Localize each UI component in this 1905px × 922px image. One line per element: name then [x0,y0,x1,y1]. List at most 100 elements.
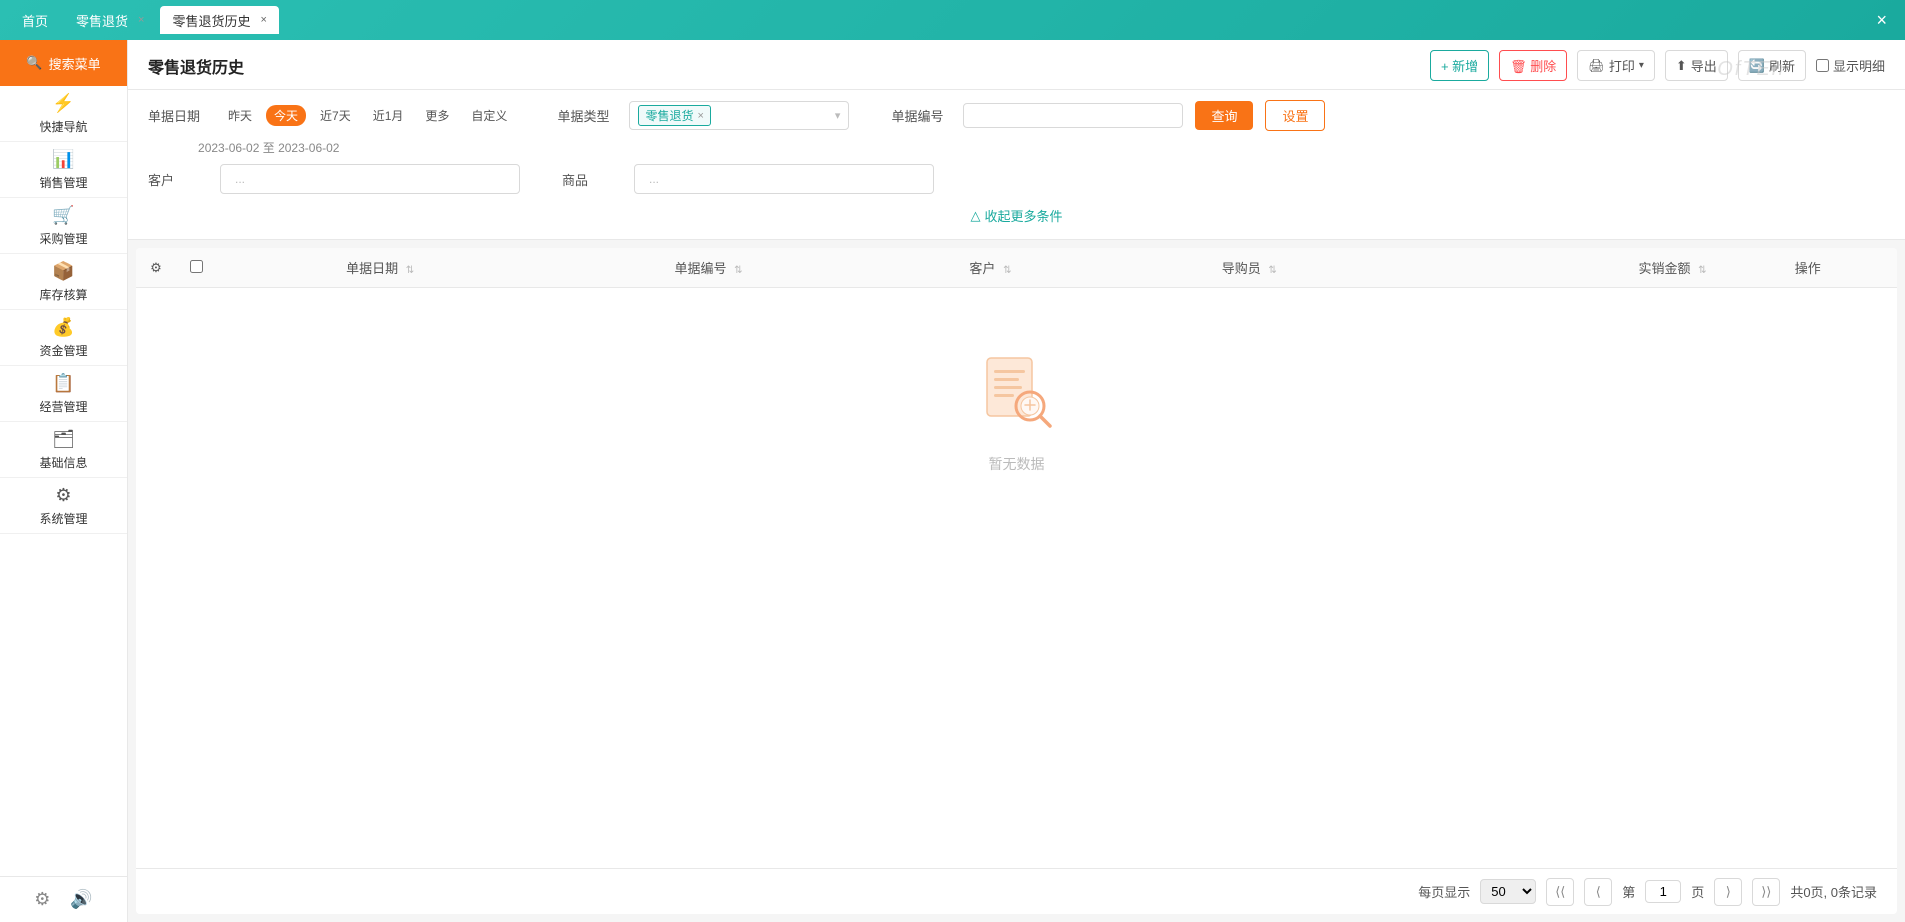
select-all-checkbox[interactable] [190,260,203,273]
tab-retail-return-history[interactable]: 零售退货历史 × [160,6,278,34]
th-operation: 操作 [1719,248,1897,288]
print-chevron-icon: ▾ [1639,60,1644,71]
sidebar-item-sales-mgmt[interactable]: 📊 销售管理 [0,142,127,198]
new-button[interactable]: + 新增 [1430,50,1489,81]
page-next-btn[interactable]: ⟩ [1714,878,1742,906]
set-button[interactable]: 设置 [1265,100,1325,131]
table-wrapper: ⚙ 单据日期 ⇅ 单据编号 ⇅ [136,248,1897,868]
top-bar: 首页 零售退货 × 零售退货历史 × × [0,0,1905,40]
refresh-icon: 🔄 [1749,58,1765,74]
sort-doc-no-icon[interactable]: ⇅ [734,265,742,276]
th-actual-amount[interactable]: 实销金额 ⇅ [1390,248,1718,288]
tab-retail-return[interactable]: 零售退货 × [64,6,156,34]
date-filter-label: 单据日期 [148,106,208,125]
date-more-btn[interactable]: 更多 [417,105,457,126]
th-doc-date[interactable]: 单据日期 ⇅ [216,248,544,288]
export-button[interactable]: ⬆ 导出 [1665,50,1728,81]
pagination: 每页显示 50 100 200 ⟨⟨ ⟨ 第 1 页 ⟩ ⟩⟩ 共0页, 0条记… [136,868,1897,914]
page-number-input[interactable]: 1 [1645,880,1681,903]
goods-select[interactable]: ... [634,164,934,194]
box-icon: 📦 [52,261,74,282]
lightning-icon: ⚡ [52,93,74,114]
filter-row-1: 单据日期 昨天 今天 近7天 近1月 更多 自定义 单据类型 零售退货 × ▾ [148,100,1885,131]
th-doc-no[interactable]: 单据编号 ⇅ [544,248,872,288]
search-icon: 🔍 [26,55,42,71]
page-unit: 页 [1691,882,1704,901]
data-table: ⚙ 单据日期 ⇅ 单据编号 ⇅ [136,248,1897,288]
chart-icon: 📊 [52,149,74,170]
customer-placeholder: ... [229,168,251,190]
date-today-btn[interactable]: 今天 [266,105,306,126]
customer-select[interactable]: ... [220,164,520,194]
sidebar: 🔍 搜索菜单 ⚡ 快捷导航 📊 销售管理 🛒 采购管理 📦 库存核算 💰 资金管… [0,40,128,922]
sidebar-item-basic-info[interactable]: 🗂 基础信息 [0,422,127,478]
page-header: 零售退货历史 + 新增 🗑 删除 🖨 打印 ▾ ⬆ 导出 🔄 刷新 [128,40,1905,90]
sidebar-item-operations[interactable]: 📋 经营管理 [0,366,127,422]
close-retail-return-tab[interactable]: × [138,14,144,26]
table-header-row: ⚙ 单据日期 ⇅ 单据编号 ⇅ [136,248,1897,288]
sort-amount-icon[interactable]: ⇅ [1698,265,1706,276]
th-guide[interactable]: 导购员 ⇅ [1108,248,1390,288]
app-close-button[interactable]: × [1868,10,1895,31]
show-detail-checkbox[interactable] [1816,59,1829,72]
export-icon: ⬆ [1676,58,1687,74]
goods-placeholder: ... [643,168,665,190]
page-first-btn[interactable]: ⟨⟨ [1546,878,1574,906]
sort-doc-date-icon[interactable]: ⇅ [406,265,414,276]
date-1month-btn[interactable]: 近1月 [365,105,412,126]
sidebar-item-quick-nav[interactable]: ⚡ 快捷导航 [0,86,127,142]
empty-illustration [972,348,1062,438]
close-retail-return-history-tab[interactable]: × [260,14,266,26]
doc-type-tag-close[interactable]: × [697,110,703,122]
clipboard-icon: 📋 [52,373,74,394]
page-title: 零售退货历史 [148,54,244,78]
doc-type-tag[interactable]: 零售退货 × [638,105,710,126]
date-filters: 昨天 今天 近7天 近1月 更多 自定义 [220,105,515,126]
date-7days-btn[interactable]: 近7天 [312,105,359,126]
main-content: 零售退货历史 + 新增 🗑 删除 🖨 打印 ▾ ⬆ 导出 🔄 刷新 [128,40,1905,922]
doc-no-input[interactable] [963,103,1183,128]
doc-type-label: 单据类型 [557,106,617,125]
refresh-button[interactable]: 🔄 刷新 [1738,50,1806,81]
date-yesterday-btn[interactable]: 昨天 [220,105,260,126]
doc-type-select[interactable]: 零售退货 × ▾ [629,101,849,130]
empty-state: 暂无数据 [136,288,1897,534]
filter-row-2: 客户 ... 商品 ... [148,164,1885,194]
goods-filter-label: 商品 [562,170,622,189]
date-custom-btn[interactable]: 自定义 [463,105,515,126]
page-prev-btn[interactable]: ⟨ [1584,878,1612,906]
total-label: 共0页, 0条记录 [1790,882,1877,901]
tab-home[interactable]: 首页 [10,11,60,30]
query-button[interactable]: 查询 [1195,101,1253,130]
sort-customer-icon[interactable]: ⇅ [1003,265,1011,276]
money-icon: 💰 [52,317,74,338]
cart-icon: 🛒 [52,205,74,226]
sidebar-bottom: ⚙ 🔊 [0,876,127,922]
sidebar-item-finance[interactable]: 💰 资金管理 [0,310,127,366]
app-layout: 🔍 搜索菜单 ⚡ 快捷导航 📊 销售管理 🛒 采购管理 📦 库存核算 💰 资金管… [0,40,1905,922]
sidebar-item-sys-mgmt[interactable]: ⚙ 系统管理 [0,478,127,534]
th-settings[interactable]: ⚙ [136,248,176,288]
filter-area: 单据日期 昨天 今天 近7天 近1月 更多 自定义 单据类型 零售退货 × ▾ [128,90,1905,240]
audio-icon[interactable]: 🔊 [70,889,92,910]
sidebar-item-purchase-mgmt[interactable]: 🛒 采购管理 [0,198,127,254]
sidebar-search[interactable]: 🔍 搜索菜单 [0,40,127,86]
chevron-up-icon: △ [970,208,980,224]
page-last-btn[interactable]: ⟩⟩ [1752,878,1780,906]
per-page-label: 每页显示 [1418,882,1470,901]
th-checkbox[interactable] [176,248,216,288]
column-settings-icon[interactable]: ⚙ [150,260,162,275]
gear-icon: ⚙ [55,485,71,506]
customer-filter-label: 客户 [148,170,208,189]
collapse-conditions-btn[interactable]: △ 收起更多条件 [148,202,1885,229]
delete-button[interactable]: 🗑 删除 [1499,50,1567,81]
empty-text: 暂无数据 [989,454,1045,474]
settings-icon[interactable]: ⚙ [34,889,50,910]
date-range-display: 2023-06-02 至 2023-06-02 [148,139,1885,156]
per-page-select[interactable]: 50 100 200 [1480,879,1536,904]
sort-guide-icon[interactable]: ⇅ [1268,265,1276,276]
print-button[interactable]: 🖨 打印 ▾ [1577,50,1655,81]
th-customer[interactable]: 客户 ⇅ [873,248,1109,288]
show-detail-toggle[interactable]: 显示明细 [1816,56,1885,75]
sidebar-item-inventory[interactable]: 📦 库存核算 [0,254,127,310]
